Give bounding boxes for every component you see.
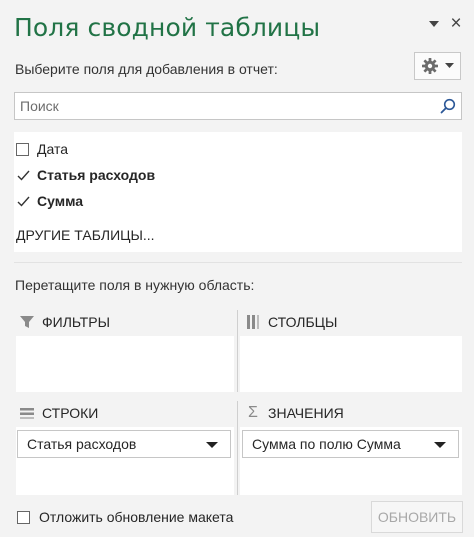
- field-label: Сумма: [37, 193, 84, 209]
- more-tables-link[interactable]: ДРУГИЕ ТАБЛИЦЫ...: [16, 227, 155, 243]
- chevron-down-icon[interactable]: [434, 442, 446, 448]
- choose-fields-label: Выберите поля для добавления в отчет:: [15, 61, 278, 77]
- area-separator: [237, 401, 238, 495]
- close-button[interactable]: ×: [446, 14, 466, 34]
- area-separator: [237, 310, 238, 392]
- tools-button[interactable]: [414, 52, 461, 80]
- defer-update-checkbox[interactable]: [17, 511, 30, 524]
- field-item-expense-category[interactable]: Статья расходов: [16, 164, 155, 186]
- columns-area-header: СТОЛБЦЫ: [244, 310, 337, 334]
- chevron-down-icon: [429, 21, 439, 27]
- search-icon[interactable]: [440, 98, 456, 114]
- checkmark-icon: [17, 196, 30, 207]
- filter-icon: [18, 313, 36, 331]
- defer-update-label: Отложить обновление макета: [39, 509, 234, 525]
- rows-area-label: СТРОКИ: [42, 405, 99, 421]
- filters-drop-zone[interactable]: [16, 336, 234, 392]
- field-checkbox[interactable]: [16, 195, 30, 208]
- rows-field-chip[interactable]: Статья расходов: [17, 430, 231, 458]
- gear-icon: [422, 58, 438, 74]
- filters-area-label: ФИЛЬТРЫ: [42, 314, 110, 330]
- field-checkbox[interactable]: [16, 142, 29, 156]
- pivot-field-list-pane: Поля сводной таблицы × Выберите поля для…: [0, 0, 474, 537]
- field-checkbox[interactable]: [16, 169, 30, 182]
- checkmark-icon: [17, 170, 30, 181]
- search-input[interactable]: [15, 93, 435, 119]
- section-divider: [14, 262, 462, 263]
- field-item-sum[interactable]: Сумма: [16, 190, 83, 212]
- update-button[interactable]: ОБНОВИТЬ: [371, 501, 463, 533]
- columns-icon: [244, 313, 262, 331]
- chevron-down-icon[interactable]: [206, 442, 218, 448]
- rows-area-header: СТРОКИ: [18, 401, 98, 425]
- drag-hint-label: Перетащите поля в нужную область:: [15, 277, 255, 293]
- rows-field-label: Статья расходов: [27, 436, 137, 452]
- close-icon: ×: [450, 13, 462, 34]
- values-field-chip[interactable]: Сумма по полю Сумма: [242, 430, 459, 458]
- field-list: Дата Статья расходов Сумма ДРУГИЕ ТАБЛИЦ…: [14, 132, 462, 252]
- sigma-icon: Σ: [248, 404, 258, 421]
- field-label: Дата: [37, 141, 69, 157]
- columns-area-label: СТОЛБЦЫ: [268, 314, 338, 330]
- filters-area-header: ФИЛЬТРЫ: [18, 310, 110, 334]
- search-box: [14, 92, 462, 120]
- values-field-label: Сумма по полю Сумма: [252, 436, 401, 452]
- pane-title: Поля сводной таблицы: [14, 13, 321, 42]
- dropdown-caret-icon: [445, 63, 454, 68]
- columns-drop-zone[interactable]: [240, 336, 462, 392]
- values-area-header: Σ ЗНАЧЕНИЯ: [244, 401, 344, 425]
- collapse-button[interactable]: [424, 14, 444, 34]
- field-item-date[interactable]: Дата: [16, 138, 68, 160]
- rows-icon: [18, 404, 36, 422]
- field-label: Статья расходов: [37, 167, 156, 183]
- values-area-label: ЗНАЧЕНИЯ: [268, 405, 344, 421]
